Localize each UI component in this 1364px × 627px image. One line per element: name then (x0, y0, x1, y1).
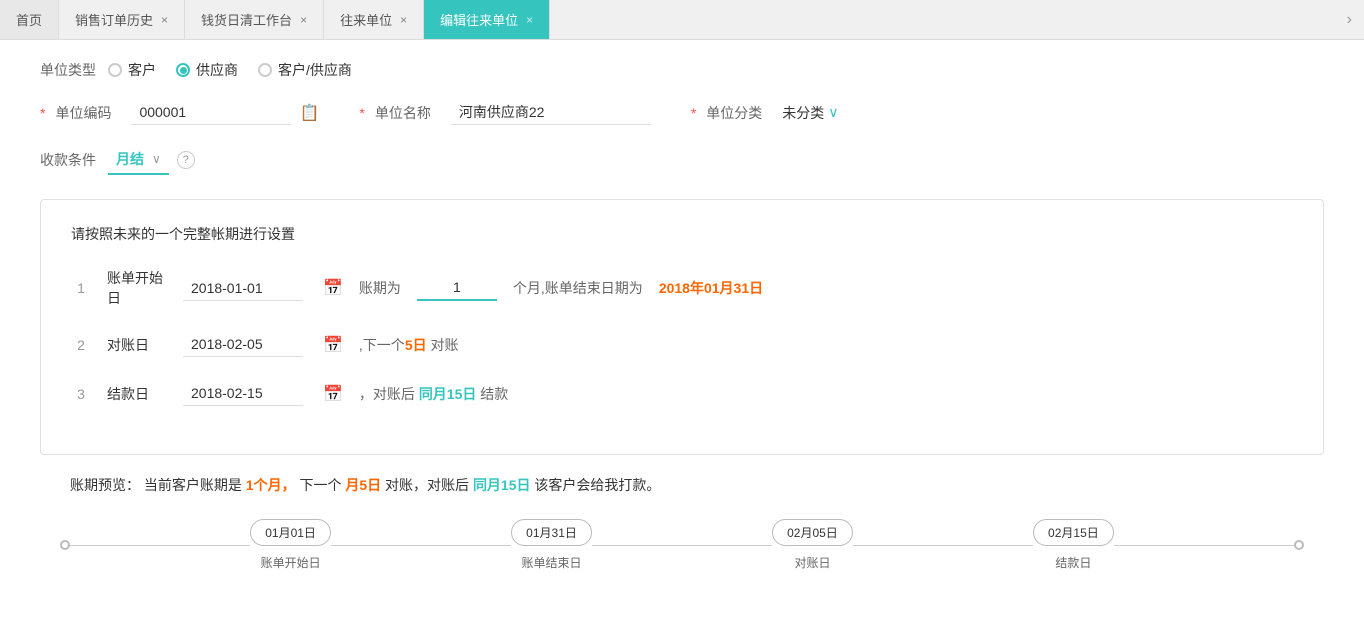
unit-type-row: 单位类型 客户 供应商 客户/供应商 (40, 60, 1324, 80)
close-cash-work-tab[interactable]: × (300, 13, 307, 27)
calendar-icon-3[interactable]: 📅 (323, 384, 343, 404)
radio-customer[interactable]: 客户 (108, 60, 156, 80)
radio-circle-supplier (176, 63, 190, 77)
close-edit-counterparty-tab[interactable]: × (526, 13, 533, 27)
timeline-label-4: 结款日 (1055, 554, 1091, 571)
highlight-day-2: 5日 (405, 337, 427, 353)
preview-highlight-1: 1个月， (246, 477, 296, 493)
main-content: 单位类型 客户 供应商 客户/供应商 * 单位编码 📋 * 单位名称 (0, 40, 1364, 627)
period-num-3: 3 (71, 386, 91, 402)
preview-text-1: 当前客户账期是 (144, 477, 242, 493)
period-desc-row2: ,下一个5日 对账 (359, 335, 459, 355)
unit-name-group: * 单位名称 (359, 100, 650, 125)
timeline-line-1 (70, 545, 250, 546)
period-label-3: 结款日 (107, 384, 167, 404)
copy-icon[interactable]: 📋 (299, 103, 319, 123)
tab-counterparty[interactable]: 往来单位 × (324, 0, 424, 39)
period-row-1: 1 账单开始日 📅 账期为 个月,账单结束日期为 2018年01月31日 (71, 268, 1293, 308)
unit-type-radio-group: 客户 供应商 客户/供应商 (108, 60, 352, 80)
timeline-section: 01月01日 账单开始日 01月31日 账单结束日 02月05日 对账日 (40, 519, 1324, 607)
timeline-end-dot (1294, 540, 1304, 550)
period-date-input-1[interactable] (183, 276, 303, 301)
unit-type-label: 单位类型 (40, 60, 96, 80)
period-desc-row3: ，对账后 同月15日 结款 (359, 384, 508, 404)
tab-cash-work[interactable]: 钱货日清工作台 × (185, 0, 324, 39)
timeline-node-4: 02月15日 结款日 (1033, 519, 1114, 571)
period-row-3: 3 结款日 📅 ，对账后 同月15日 结款 (71, 381, 1293, 406)
tab-scroll-arrow[interactable]: › (1335, 11, 1364, 29)
preview-section: 账期预览： 当前客户账期是 1个月， 下一个 月5日 对账，对账后 同月15日 … (40, 475, 1324, 495)
help-icon[interactable]: ? (177, 151, 195, 169)
tab-home[interactable]: 首页 (0, 0, 59, 39)
period-highlight-date-1: 2018年01月31日 (659, 278, 763, 298)
period-settings-title: 请按照未来的一个完整帐期进行设置 (71, 224, 1293, 244)
payment-terms-select[interactable]: 月结 ∨ (108, 145, 169, 175)
timeline-pill-4: 02月15日 (1033, 519, 1114, 546)
payment-terms-row: 收款条件 月结 ∨ ? (40, 145, 1324, 175)
preview-highlight-2: 月5日 (345, 477, 381, 493)
unit-code-input[interactable] (131, 100, 291, 125)
calendar-icon-2[interactable]: 📅 (323, 335, 343, 355)
period-desc-prefix-1: 账期为 (359, 278, 401, 298)
tab-bar: 首页 销售订单历史 × 钱货日清工作台 × 往来单位 × 编辑往来单位 × › (0, 0, 1364, 40)
preview-label: 账期预览： (70, 477, 140, 493)
dropdown-arrow-icon: ∨ (828, 104, 838, 121)
radio-circle-customer (108, 63, 122, 77)
preview-text-4: 该客户会给我打款。 (534, 477, 660, 493)
unit-category-dropdown[interactable]: 未分类 ∨ (782, 103, 838, 123)
unit-code-required-star: * (40, 105, 45, 121)
radio-circle-both (258, 63, 272, 77)
unit-name-required-star: * (359, 105, 364, 121)
calendar-icon-1[interactable]: 📅 (323, 278, 343, 298)
timeline-pill-3: 02月05日 (772, 519, 853, 546)
radio-supplier[interactable]: 供应商 (176, 60, 238, 80)
period-num-1: 1 (71, 280, 91, 296)
timeline-line-4 (853, 545, 1033, 546)
unit-category-label: 单位分类 (706, 103, 762, 123)
timeline-label-3: 对账日 (794, 554, 830, 571)
unit-name-label: 单位名称 (375, 103, 431, 123)
period-month-input[interactable] (417, 275, 497, 301)
period-num-2: 2 (71, 337, 91, 353)
unit-category-required-star: * (691, 105, 696, 121)
period-date-input-2[interactable] (183, 332, 303, 357)
payment-terms-value: 月结 (116, 149, 144, 169)
unit-category-value: 未分类 (782, 103, 824, 123)
timeline-line-3 (592, 545, 772, 546)
payment-terms-arrow-icon: ∨ (152, 152, 161, 166)
period-row-2: 2 对账日 📅 ,下一个5日 对账 (71, 332, 1293, 357)
preview-highlight-3: 同月15日 (473, 477, 531, 493)
timeline-label-1: 账单开始日 (261, 554, 321, 571)
preview-text-2: 下一个 (299, 477, 341, 493)
timeline-node-1: 01月01日 账单开始日 (250, 519, 331, 571)
timeline-pill-1: 01月01日 (250, 519, 331, 546)
period-settings-box: 请按照未来的一个完整帐期进行设置 1 账单开始日 📅 账期为 个月,账单结束日期… (40, 199, 1324, 455)
fields-row: * 单位编码 📋 * 单位名称 * 单位分类 未分类 ∨ (40, 100, 1324, 125)
timeline-line-2 (331, 545, 511, 546)
timeline-label-2: 账单结束日 (522, 554, 582, 571)
payment-terms-label: 收款条件 (40, 150, 96, 170)
unit-category-group: * 单位分类 未分类 ∨ (691, 103, 839, 123)
close-counterparty-tab[interactable]: × (400, 13, 407, 27)
unit-code-group: * 单位编码 📋 (40, 100, 319, 125)
period-desc-suffix-1: 个月,账单结束日期为 (513, 278, 643, 298)
highlight-day-3: 同月15日 (419, 386, 477, 402)
timeline-node-3: 02月05日 对账日 (772, 519, 853, 571)
unit-name-input[interactable] (451, 100, 651, 125)
radio-both[interactable]: 客户/供应商 (258, 60, 352, 80)
unit-code-label: 单位编码 (55, 103, 111, 123)
period-label-1: 账单开始日 (107, 268, 167, 308)
tab-sales-history[interactable]: 销售订单历史 × (59, 0, 185, 39)
tab-edit-counterparty[interactable]: 编辑往来单位 × (424, 0, 550, 39)
timeline-pill-2: 01月31日 (511, 519, 592, 546)
timeline-node-2: 01月31日 账单结束日 (511, 519, 592, 571)
close-sales-history-tab[interactable]: × (161, 13, 168, 27)
timeline-start-dot (60, 540, 70, 550)
period-label-2: 对账日 (107, 335, 167, 355)
preview-text-3: 对账，对账后 (385, 477, 469, 493)
period-date-input-3[interactable] (183, 381, 303, 406)
timeline-line-5 (1114, 545, 1294, 546)
